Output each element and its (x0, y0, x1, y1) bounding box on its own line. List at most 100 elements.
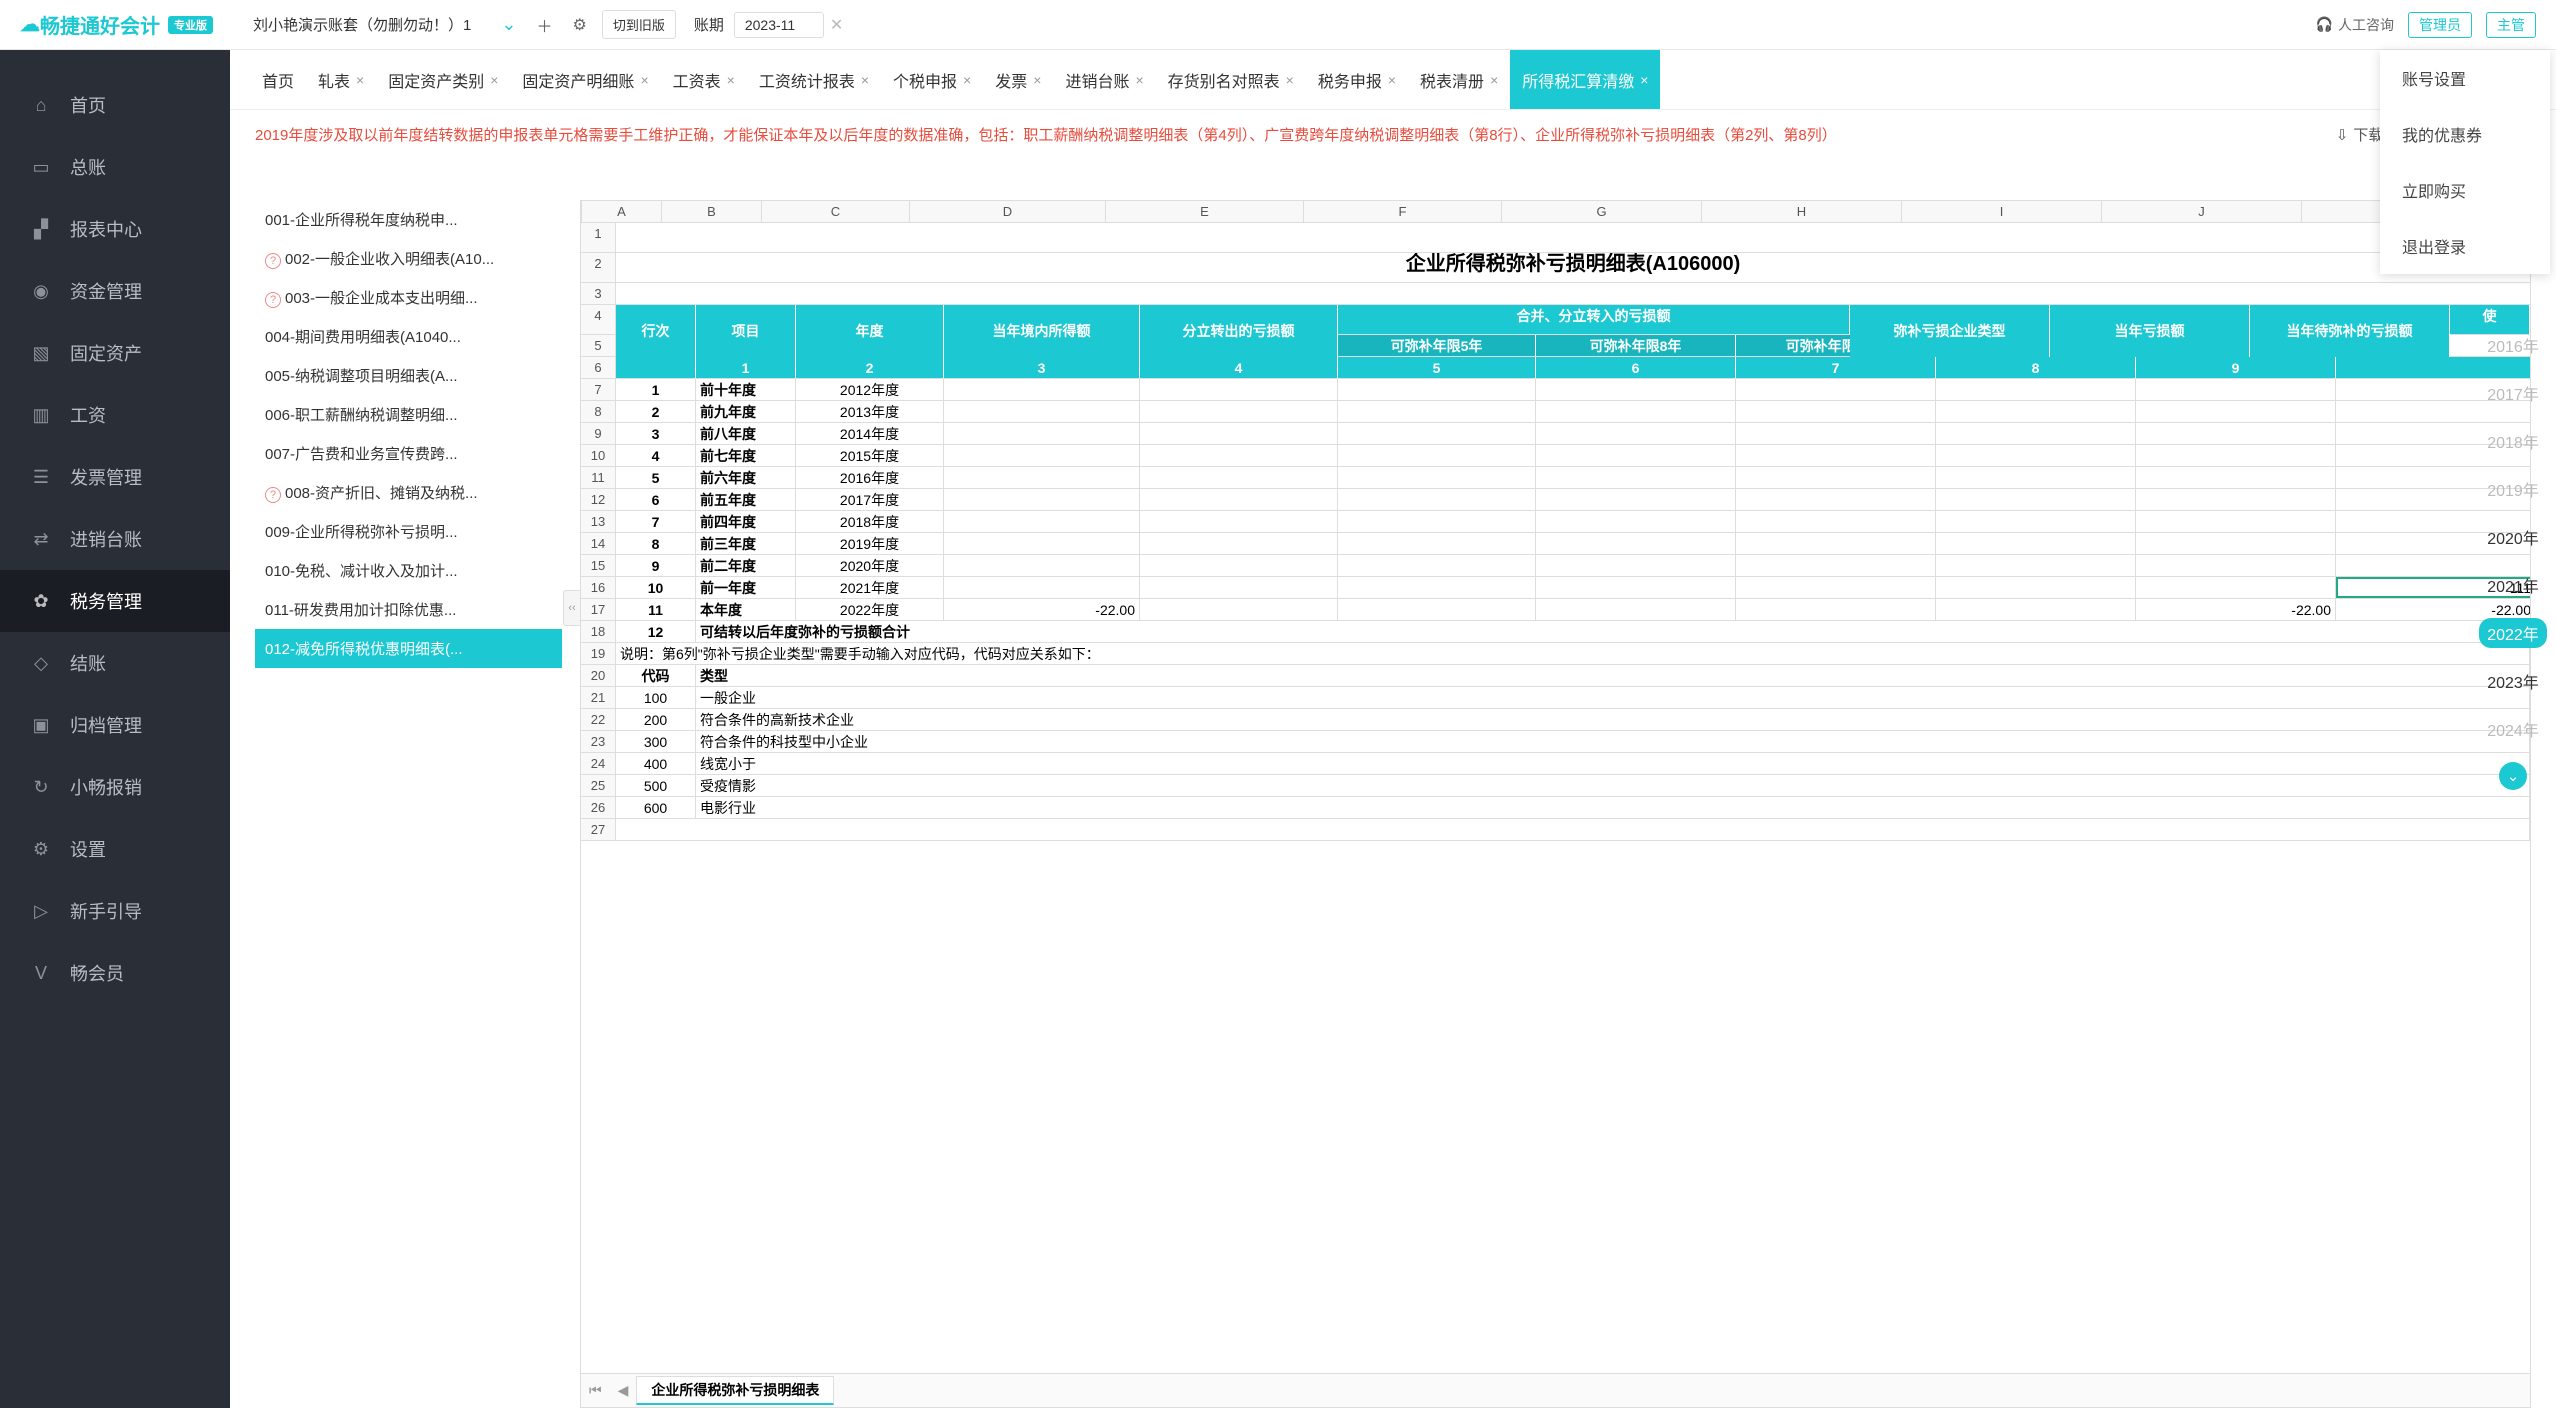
row-header[interactable]: 7 (581, 379, 616, 400)
cell[interactable]: 2020年度 (796, 555, 944, 576)
row-header[interactable]: 1 (581, 223, 616, 252)
cell[interactable] (944, 489, 1140, 510)
row-header[interactable]: 18 (581, 621, 616, 642)
tab[interactable]: 轧表× (306, 50, 376, 109)
cell[interactable]: 前九年度 (696, 401, 796, 422)
cell[interactable] (944, 533, 1140, 554)
cell[interactable] (944, 511, 1140, 532)
year-item[interactable]: 2018年 (2479, 426, 2547, 456)
close-icon[interactable]: × (727, 72, 735, 88)
cell[interactable] (1338, 423, 1536, 444)
cell[interactable] (1338, 379, 1536, 400)
cell[interactable] (1140, 445, 1338, 466)
gear-icon[interactable]: ⚙ (572, 15, 586, 35)
cell[interactable] (1736, 467, 1936, 488)
close-icon[interactable]: × (963, 72, 971, 88)
row-header[interactable]: 27 (581, 819, 616, 840)
cell[interactable]: 400 (616, 753, 696, 774)
cell[interactable]: 受疫情影 (696, 775, 2530, 796)
cell[interactable] (1536, 467, 1736, 488)
cell[interactable] (1736, 577, 1936, 598)
cell[interactable]: 2022年度 (796, 599, 944, 620)
sidebar-item[interactable]: ▥工资 (0, 384, 230, 446)
cell[interactable] (944, 423, 1140, 444)
cell[interactable] (1936, 555, 2136, 576)
form-item[interactable]: ?002-一般企业收入明细表(A10... (255, 239, 562, 278)
user-menu-item[interactable]: 我的优惠券 (2380, 106, 2550, 162)
sidebar-item[interactable]: V畅会员 (0, 942, 230, 1004)
cell[interactable] (1736, 599, 1936, 620)
tab[interactable]: 所得税汇算清缴× (1510, 50, 1660, 109)
cell[interactable]: 2013年度 (796, 401, 944, 422)
year-item[interactable]: 2021年 (2479, 570, 2547, 600)
cell[interactable] (1936, 423, 2136, 444)
collapse-handle[interactable]: ‹‹ (563, 590, 581, 626)
cell[interactable]: 前二年度 (696, 555, 796, 576)
sidebar-item[interactable]: ▭总账 (0, 136, 230, 198)
sidebar-item[interactable]: ☰发票管理 (0, 446, 230, 508)
row-header[interactable]: 11 (581, 467, 616, 488)
sidebar-item[interactable]: ▧固定资产 (0, 322, 230, 384)
row-header[interactable]: 15 (581, 555, 616, 576)
sheet-body[interactable]: 12企业所得税弥补亏损明细表(A106000)34行次项目年度当年境内所得额分立… (581, 223, 2530, 1373)
row-header[interactable]: 5 (581, 335, 616, 356)
cell[interactable] (1338, 555, 1536, 576)
cell[interactable] (1736, 511, 1936, 532)
cell[interactable]: 2018年度 (796, 511, 944, 532)
cell[interactable]: 8 (616, 533, 696, 554)
consult-button[interactable]: 🎧人工咨询 (2316, 15, 2394, 35)
tab[interactable]: 税务申报× (1306, 50, 1408, 109)
sidebar-item[interactable]: ⚙设置 (0, 818, 230, 880)
cell[interactable] (1338, 467, 1536, 488)
cell[interactable]: 类型 (696, 665, 2530, 686)
cell[interactable]: 5 (616, 467, 696, 488)
row-header[interactable]: 21 (581, 687, 616, 708)
year-item[interactable]: 2020年 (2479, 522, 2547, 552)
cell[interactable] (944, 445, 1140, 466)
cell[interactable]: 2015年度 (796, 445, 944, 466)
cell[interactable] (1936, 379, 2136, 400)
col-H[interactable]: H (1702, 201, 1902, 222)
close-icon[interactable]: × (1388, 72, 1396, 88)
tab[interactable]: 个税申报× (881, 50, 983, 109)
row-header[interactable]: 22 (581, 709, 616, 730)
cell[interactable]: 100 (616, 687, 696, 708)
close-icon[interactable]: ✕ (830, 15, 843, 35)
year-item[interactable]: 2024年 (2479, 714, 2547, 744)
cell[interactable]: 7 (616, 511, 696, 532)
cell[interactable] (1140, 423, 1338, 444)
close-icon[interactable]: × (1490, 72, 1498, 88)
cell[interactable] (1536, 533, 1736, 554)
period-input[interactable]: 2023-11 (734, 12, 824, 38)
tab[interactable]: 发票× (983, 50, 1053, 109)
cell[interactable] (1536, 445, 1736, 466)
sidebar-item[interactable]: ⌂首页 (0, 74, 230, 136)
row-header[interactable]: 26 (581, 797, 616, 818)
cell[interactable]: 说明：第6列"弥补亏损企业类型"需要手动输入对应代码，代码对应关系如下： (616, 643, 2530, 664)
year-item[interactable]: 2019年 (2479, 474, 2547, 504)
cell[interactable] (1736, 445, 1936, 466)
col-J[interactable]: J (2102, 201, 2302, 222)
cell[interactable]: 200 (616, 709, 696, 730)
cell[interactable]: 代码 (616, 665, 696, 686)
tab[interactable]: 税表清册× (1408, 50, 1510, 109)
form-item[interactable]: 005-纳税调整项目明细表(A... (255, 356, 562, 395)
cell[interactable] (2136, 489, 2336, 510)
cell[interactable]: 前六年度 (696, 467, 796, 488)
cell[interactable]: 线宽小于 (696, 753, 2530, 774)
row-header[interactable]: 20 (581, 665, 616, 686)
form-item[interactable]: 012-减免所得税优惠明细表(... (255, 629, 562, 668)
year-item[interactable]: 2017年 (2479, 378, 2547, 408)
row-header[interactable]: 3 (581, 283, 616, 304)
row-header[interactable]: 2 (581, 253, 616, 282)
close-icon[interactable]: × (640, 72, 648, 88)
close-icon[interactable]: × (861, 72, 869, 88)
cell[interactable]: 前一年度 (696, 577, 796, 598)
form-item[interactable]: 010-免税、减计收入及加计... (255, 551, 562, 590)
user-menu-item[interactable]: 账号设置 (2380, 50, 2550, 106)
sheet-tab-name[interactable]: 企业所得税弥补亏损明细表 (636, 1376, 834, 1405)
form-item[interactable]: 009-企业所得税弥补亏损明... (255, 512, 562, 551)
tab-prev-icon[interactable]: ◀ (610, 1382, 637, 1399)
cell[interactable] (1936, 533, 2136, 554)
row-header[interactable]: 24 (581, 753, 616, 774)
